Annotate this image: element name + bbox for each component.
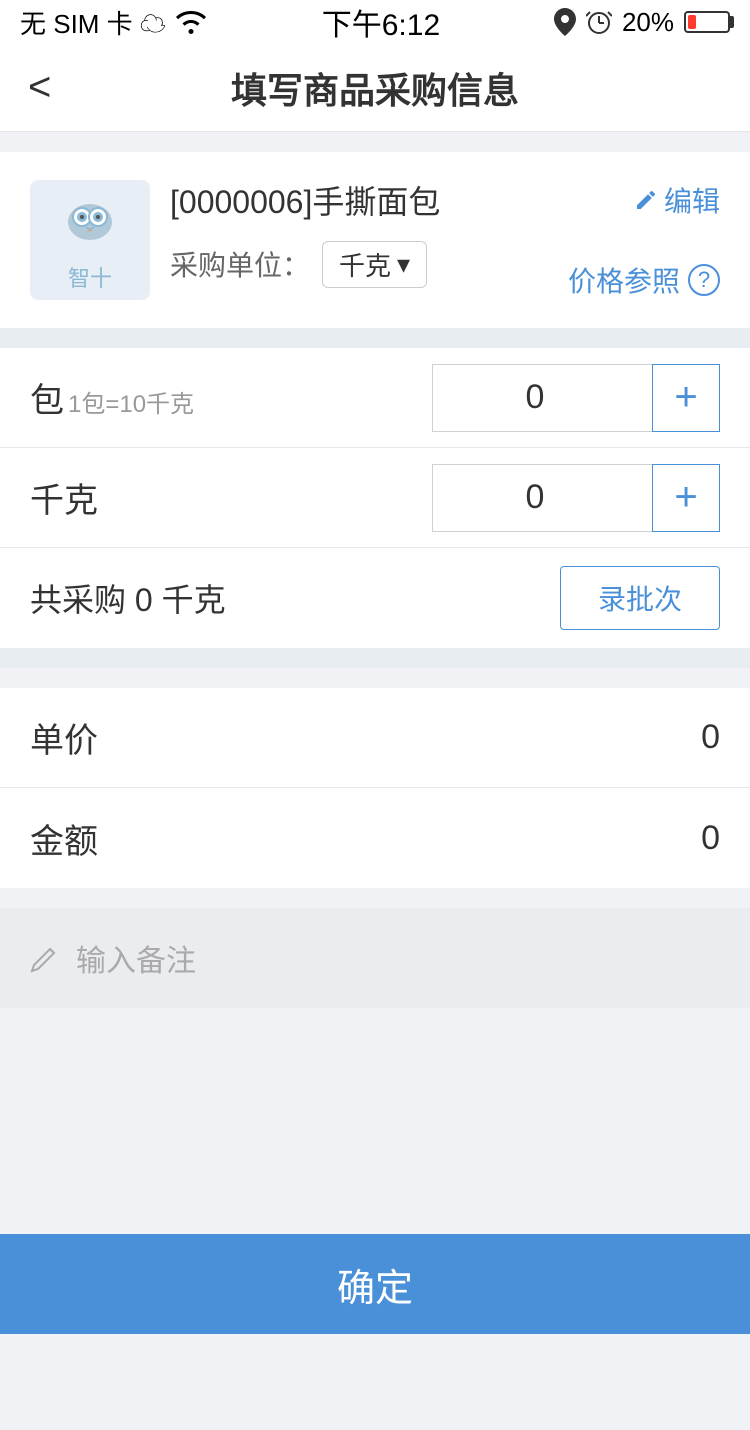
brand-text: 智十 [68, 261, 112, 293]
unit-price-value: 0 [701, 718, 720, 757]
pencil-icon [30, 943, 60, 973]
status-bar: 无 SIM 卡 ☁ 下午6:12 20% [0, 0, 750, 44]
unit-label: 采购单位： [170, 244, 310, 284]
remark-placeholder: 输入备注 [76, 936, 196, 980]
alarm-icon [586, 8, 612, 36]
price-ref-help-icon: ? [688, 264, 720, 296]
wifi-icon [174, 10, 208, 34]
unit-price-label: 单价 [30, 713, 98, 762]
batch-button[interactable]: 录批次 [560, 566, 720, 630]
unit-select[interactable]: 千克 ▾ [322, 241, 427, 288]
price-section: 单价 0 金额 0 [0, 688, 750, 888]
bag-sub: 1包=10千克 [68, 391, 194, 418]
price-ref-button[interactable]: 价格参照 ? [568, 260, 720, 300]
remark-section[interactable]: 输入备注 [0, 908, 750, 1008]
edit-button[interactable]: 编辑 [634, 180, 720, 220]
bag-label: 包1包=10千克 [30, 373, 194, 422]
bag-input[interactable] [432, 364, 652, 432]
divider-top [0, 328, 750, 348]
summary-text: 共采购 0 千克 [30, 575, 226, 621]
kg-plus-button[interactable]: + [652, 464, 720, 532]
product-card: 智十 [0000006]手撕面包 采购单位： 千克 ▾ 编辑 价格参照 ? [0, 152, 750, 328]
kg-label: 千克 [30, 473, 110, 522]
amount-label: 金额 [30, 814, 98, 863]
input-section-kg: 千克 + [0, 448, 750, 548]
bag-plus-button[interactable]: + [652, 364, 720, 432]
amount-row: 金额 0 [0, 788, 750, 888]
bag-input-row: 包1包=10千克 + [0, 348, 750, 448]
divider-middle [0, 648, 750, 668]
confirm-button[interactable]: 确定 [0, 1234, 750, 1334]
kg-field-wrap: + [130, 464, 720, 532]
input-section-bag: 包1包=10千克 + [0, 348, 750, 448]
status-right: 20% [554, 7, 730, 38]
location-icon [554, 8, 576, 36]
back-button[interactable]: < [28, 65, 51, 110]
bag-field-wrap: + [214, 364, 720, 432]
sim-text: 无 SIM 卡 ☁ [20, 4, 166, 41]
product-image: 智十 [30, 180, 150, 300]
kg-input[interactable] [432, 464, 652, 532]
summary-row: 共采购 0 千克 录批次 [0, 548, 750, 648]
nav-bar: < 填写商品采购信息 [0, 44, 750, 132]
owl-icon [60, 187, 120, 257]
battery-icon [684, 11, 730, 33]
edit-icon [634, 188, 658, 212]
amount-value: 0 [701, 819, 720, 858]
unit-price-row: 单价 0 [0, 688, 750, 788]
battery-percent: 20% [622, 7, 674, 38]
page-title: 填写商品采购信息 [231, 62, 519, 114]
kg-input-row: 千克 + [0, 448, 750, 548]
status-time: 下午6:12 [322, 0, 440, 44]
status-left: 无 SIM 卡 ☁ [20, 4, 208, 41]
